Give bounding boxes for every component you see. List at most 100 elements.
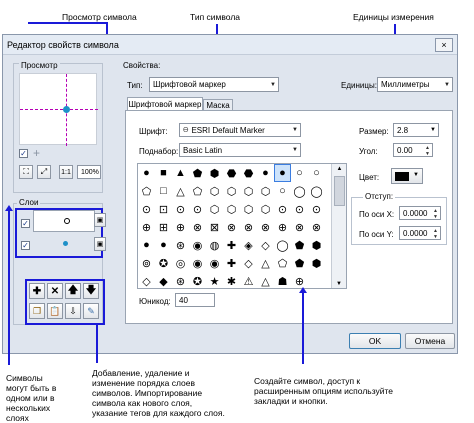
angle-input[interactable]: 0.00 ▲ ▼ xyxy=(393,143,433,157)
cancel-button[interactable]: Отмена xyxy=(405,333,455,349)
glyph-cell[interactable]: ◉ xyxy=(206,254,223,272)
glyph-cell[interactable]: ⊞ xyxy=(155,218,172,236)
glyph-cell[interactable]: ✚ xyxy=(223,236,240,254)
remove-layer-button[interactable]: ✕ xyxy=(47,283,63,299)
glyph-cell[interactable]: ⊙ xyxy=(172,200,189,218)
offset-y-input[interactable]: 0.0000 ▲ ▼ xyxy=(399,226,441,240)
glyph-cell[interactable]: ◎ xyxy=(172,254,189,272)
font-select[interactable]: Ɵ ESRI Default Marker ▼ xyxy=(179,123,301,137)
glyph-cell[interactable]: ⬠ xyxy=(274,254,291,272)
glyph-cell[interactable]: ◉ xyxy=(189,254,206,272)
glyph-cell[interactable]: ⊗ xyxy=(189,218,206,236)
glyph-cell[interactable]: ⊡ xyxy=(155,200,172,218)
glyph-cell[interactable]: ⊗ xyxy=(308,218,325,236)
glyph-cell[interactable]: ✚ xyxy=(223,254,240,272)
glyph-cell[interactable]: ⬟ xyxy=(189,164,206,182)
scroll-down-arrow[interactable]: ▼ xyxy=(332,279,346,288)
glyph-cell[interactable]: ▲ xyxy=(172,164,189,182)
glyph-cell[interactable]: ● xyxy=(274,164,291,182)
glyph-cell[interactable]: ⊗ xyxy=(240,218,257,236)
glyph-cell[interactable]: ⬠ xyxy=(189,182,206,200)
offset-x-input[interactable]: 0.0000 ▲ ▼ xyxy=(399,206,441,220)
glyph-cell[interactable]: ◈ xyxy=(240,236,257,254)
layer-2-checkbox[interactable]: ✓ xyxy=(21,241,30,250)
zoom-select[interactable]: 100% xyxy=(77,165,101,179)
glyph-cell[interactable]: ● xyxy=(257,164,274,182)
glyph-cell[interactable]: ◆ xyxy=(155,272,172,288)
glyph-cell[interactable]: △ xyxy=(257,272,274,288)
glyph-cell[interactable]: ⊛ xyxy=(172,236,189,254)
glyph-cell[interactable]: ○ xyxy=(291,164,308,182)
glyph-cell[interactable] xyxy=(308,272,325,288)
paste-layer-button[interactable]: 📋 xyxy=(47,303,63,319)
actual-size-button[interactable]: 1:1 xyxy=(59,165,73,179)
glyph-cell[interactable]: ⬡ xyxy=(257,200,274,218)
offset-y-spinner[interactable]: ▲ ▼ xyxy=(432,228,439,240)
glyph-cell[interactable]: ◯ xyxy=(274,236,291,254)
glyph-cell[interactable]: ⬡ xyxy=(223,182,240,200)
glyph-cell[interactable]: ✪ xyxy=(155,254,172,272)
move-layer-up-button[interactable]: 🡅 xyxy=(65,283,81,299)
glyph-cell[interactable]: ⊙ xyxy=(189,200,206,218)
copy-layer-button[interactable]: ❐ xyxy=(29,303,45,319)
glyph-cell[interactable]: ⊙ xyxy=(274,200,291,218)
glyph-cell[interactable]: ⚠ xyxy=(240,272,257,288)
glyph-cell[interactable]: ○ xyxy=(308,164,325,182)
color-picker-button[interactable]: ▼ xyxy=(391,168,423,184)
glyph-cell[interactable]: ⊙ xyxy=(308,200,325,218)
glyph-cell[interactable]: ⊕ xyxy=(138,218,155,236)
type-select[interactable]: Шрифтовой маркер ▼ xyxy=(149,77,279,92)
offset-x-spinner[interactable]: ▲ ▼ xyxy=(432,208,439,220)
scroll-up-arrow[interactable]: ▲ xyxy=(332,164,346,174)
glyph-cell[interactable]: ⊙ xyxy=(291,200,308,218)
unicode-input[interactable]: 40 xyxy=(175,293,215,307)
glyph-cell[interactable]: ⊠ xyxy=(206,218,223,236)
glyph-cell[interactable]: ⊚ xyxy=(138,254,155,272)
glyph-cell[interactable]: ⬢ xyxy=(308,236,325,254)
glyph-cell[interactable]: ◇ xyxy=(257,236,274,254)
glyph-cell[interactable]: ● xyxy=(155,236,172,254)
glyph-cell[interactable]: ⊕ xyxy=(172,218,189,236)
scroll-thumb[interactable] xyxy=(334,176,345,206)
glyph-cell[interactable]: ⊗ xyxy=(257,218,274,236)
glyph-cell[interactable]: ○ xyxy=(274,182,291,200)
glyph-cell[interactable]: ◇ xyxy=(240,254,257,272)
glyph-cell[interactable]: ✱ xyxy=(223,272,240,288)
layer-1-checkbox[interactable]: ✓ xyxy=(21,219,30,228)
glyph-cell[interactable]: ⬡ xyxy=(206,182,223,200)
glyph-cell[interactable]: □ xyxy=(155,182,172,200)
ok-button[interactable]: OK xyxy=(349,333,401,349)
import-symbol-button[interactable]: ⇩ xyxy=(65,303,81,319)
glyph-cell[interactable]: ⬡ xyxy=(223,200,240,218)
glyph-cell[interactable]: ⬡ xyxy=(240,182,257,200)
glyph-cell[interactable]: ◉ xyxy=(189,236,206,254)
glyph-cell[interactable]: ◇ xyxy=(138,272,155,288)
glyph-cell[interactable]: ⊕ xyxy=(274,218,291,236)
layer-1-row[interactable] xyxy=(33,210,95,232)
zoom-fit-button[interactable]: ⛶ xyxy=(19,165,33,179)
glyph-cell[interactable]: ◍ xyxy=(206,236,223,254)
move-layer-down-button[interactable]: 🡇 xyxy=(83,283,99,299)
glyph-cell[interactable]: ⬣ xyxy=(240,164,257,182)
glyph-cell[interactable]: ⊗ xyxy=(223,218,240,236)
glyph-cell[interactable]: ◯ xyxy=(308,182,325,200)
glyph-cell[interactable]: ☗ xyxy=(274,272,291,288)
glyph-grid-scrollbar[interactable]: ▲ ▼ xyxy=(331,164,346,288)
glyph-cell[interactable]: ⬣ xyxy=(223,164,240,182)
units-select[interactable]: Миллиметры ▼ xyxy=(377,77,453,92)
close-button[interactable]: × xyxy=(435,38,453,52)
glyph-cell[interactable]: ● xyxy=(138,236,155,254)
preview-checkbox[interactable]: ✓ xyxy=(19,149,28,158)
glyph-cell[interactable]: ⊙ xyxy=(138,200,155,218)
angle-spinner[interactable]: ▲ ▼ xyxy=(424,145,431,157)
glyph-cell[interactable]: ✪ xyxy=(189,272,206,288)
layer-tags-button[interactable]: ✎ xyxy=(83,303,99,319)
glyph-cell[interactable]: ⊗ xyxy=(291,218,308,236)
glyph-cell[interactable]: ● xyxy=(138,164,155,182)
add-layer-button[interactable]: ✚ xyxy=(29,283,45,299)
zoom-extent-button[interactable]: ⤢ xyxy=(37,165,51,179)
glyph-cell[interactable]: ◯ xyxy=(291,182,308,200)
subset-select[interactable]: Basic Latin ▼ xyxy=(179,143,301,157)
glyph-cell[interactable]: ⬢ xyxy=(206,164,223,182)
glyph-cell[interactable]: ⬡ xyxy=(257,182,274,200)
